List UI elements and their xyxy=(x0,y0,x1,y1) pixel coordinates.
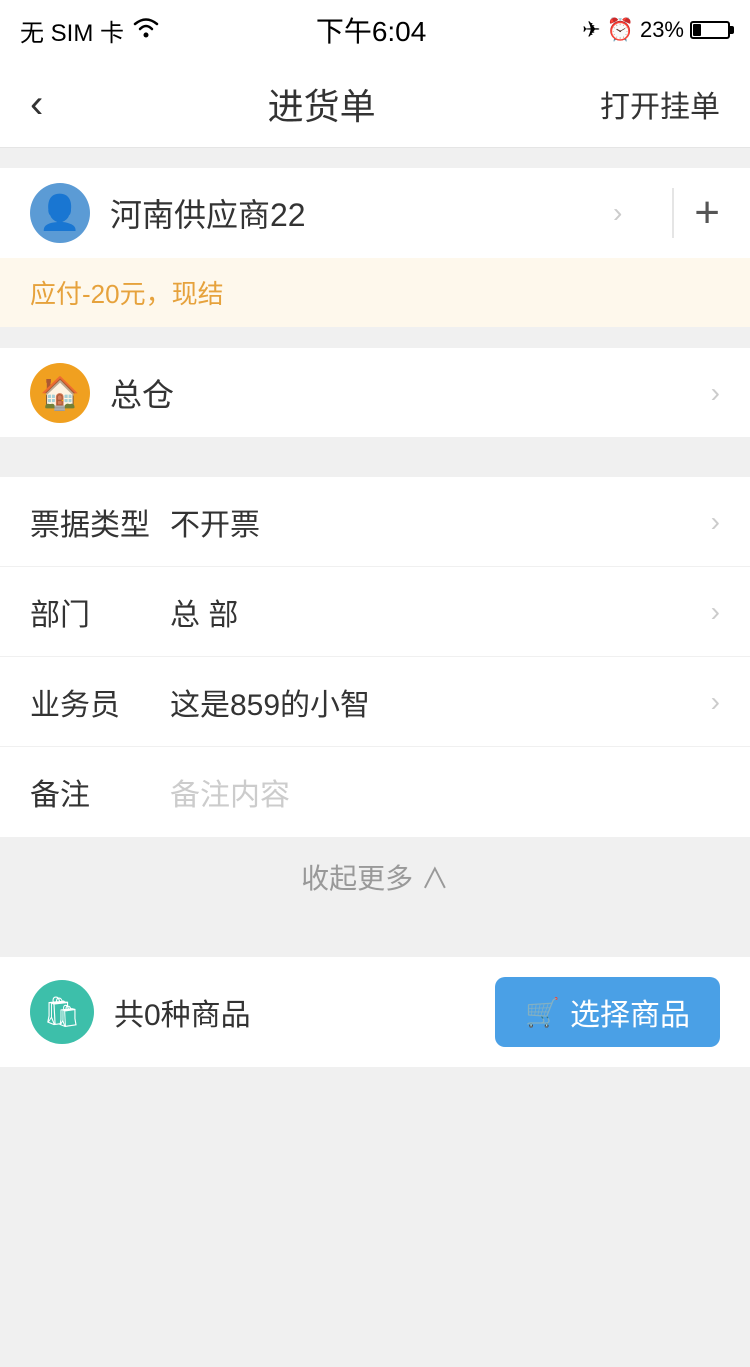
field-value-department: 总 部 xyxy=(170,590,711,634)
select-product-button[interactable]: 🛒 选择商品 xyxy=(495,977,720,1047)
person-icon: 👤 xyxy=(39,193,81,233)
status-time: 下午6:04 xyxy=(316,10,427,50)
field-chevron-department: › xyxy=(711,596,720,628)
status-right: ✈ ⏰ 23% xyxy=(582,17,730,43)
supplier-chevron-icon: › xyxy=(613,197,622,229)
warehouse-card: 🏠 总仓 › xyxy=(0,347,750,437)
bottom-bar: 🛍 共0种商品 🛒 选择商品 xyxy=(0,957,750,1067)
supplier-avatar: 👤 xyxy=(30,183,90,243)
field-row-department[interactable]: 部门 总 部 › xyxy=(0,567,750,657)
collapse-bar[interactable]: 收起更多 ∧ xyxy=(0,837,750,917)
page-title: 进货单 xyxy=(268,78,376,130)
divider-fields xyxy=(0,437,750,457)
field-row-remark[interactable]: 备注 备注内容 xyxy=(0,747,750,837)
supplier-name: 河南供应商22 xyxy=(110,190,613,236)
carrier-label: 无 SIM 卡 xyxy=(20,13,124,48)
field-row-salesperson[interactable]: 业务员 这是859的小智 › xyxy=(0,657,750,747)
select-btn-label: 选择商品 xyxy=(570,990,690,1034)
field-chevron-salesperson: › xyxy=(711,686,720,718)
battery-percent: 23% xyxy=(640,17,684,43)
field-value-invoice-type: 不开票 xyxy=(170,500,711,544)
info-section: 票据类型 不开票 › 部门 总 部 › 业务员 这是859的小智 › 备注 备注… xyxy=(0,477,750,837)
divider-top xyxy=(0,148,750,168)
field-chevron-invoice: › xyxy=(711,506,720,538)
supplier-separator xyxy=(672,188,674,238)
warehouse-chevron-icon: › xyxy=(711,377,720,409)
field-label-invoice-type: 票据类型 xyxy=(30,500,170,544)
field-label-department: 部门 xyxy=(30,590,170,634)
divider-bottom xyxy=(0,917,750,937)
supplier-card: 👤 河南供应商22 › + 应付-20元，现结 xyxy=(0,168,750,327)
warehouse-icon: 🏠 xyxy=(30,363,90,423)
notice-text: 应付-20元，现结 xyxy=(30,279,224,309)
supplier-row[interactable]: 👤 河南供应商22 › + xyxy=(0,168,750,258)
product-icon: 🛍 xyxy=(30,980,94,1044)
warehouse-name: 总仓 xyxy=(110,370,711,416)
location-icon: ✈ xyxy=(582,17,600,43)
status-bar: 无 SIM 卡 下午6:04 ✈ ⏰ 23% xyxy=(0,0,750,60)
field-label-salesperson: 业务员 xyxy=(30,680,170,724)
warehouse-row[interactable]: 🏠 总仓 › xyxy=(0,347,750,437)
open-pending-button[interactable]: 打开挂单 xyxy=(600,82,720,126)
field-label-remark: 备注 xyxy=(30,770,170,814)
wifi-icon xyxy=(132,16,160,45)
field-value-salesperson: 这是859的小智 xyxy=(170,680,711,724)
notice-bar: 应付-20元，现结 xyxy=(0,258,750,327)
battery-icon xyxy=(690,21,730,39)
alarm-icon: ⏰ xyxy=(607,17,634,43)
divider-mid xyxy=(0,327,750,347)
product-count-label: 共0种商品 xyxy=(114,990,495,1034)
add-supplier-button[interactable]: + xyxy=(694,191,720,235)
home-icon: 🏠 xyxy=(40,374,80,412)
nav-bar: ‹ 进货单 打开挂单 xyxy=(0,60,750,148)
back-button[interactable]: ‹ xyxy=(30,84,43,124)
shopping-bag-icon: 🛍 xyxy=(43,995,81,1030)
collapse-label: 收起更多 ∧ xyxy=(301,857,449,897)
cart-icon: 🛒 xyxy=(525,996,560,1029)
field-value-remark: 备注内容 xyxy=(170,770,720,814)
status-left: 无 SIM 卡 xyxy=(20,13,160,48)
field-row-invoice-type[interactable]: 票据类型 不开票 › xyxy=(0,477,750,567)
body-background xyxy=(0,1067,750,1367)
